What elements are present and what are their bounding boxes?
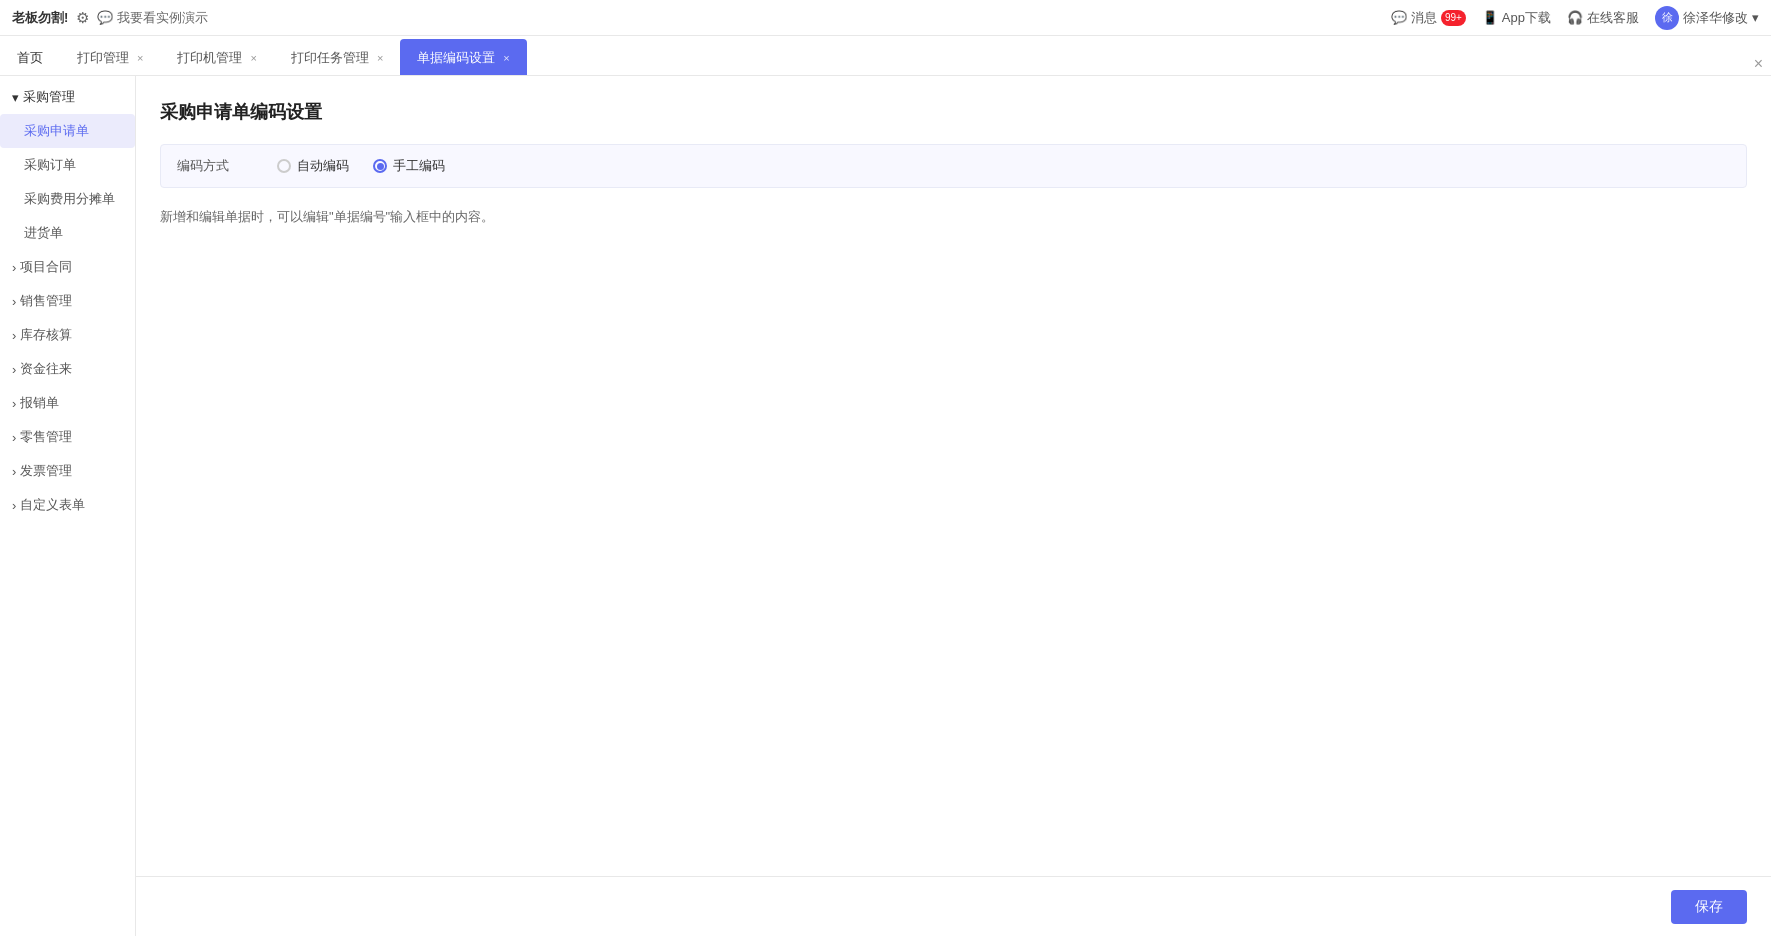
encoding-radio-group: 自动编码 手工编码 xyxy=(277,157,445,175)
message-button[interactable]: 💬 消息 99+ xyxy=(1391,9,1466,27)
radio-manual[interactable]: 手工编码 xyxy=(373,157,445,175)
tab-single-code[interactable]: 单据编码设置 × xyxy=(400,39,526,75)
demo-icon: 💬 xyxy=(97,10,113,25)
top-bar-left: 老板勿割! ⚙ 💬 我要看实例演示 xyxy=(12,9,208,27)
radio-auto[interactable]: 自动编码 xyxy=(277,157,349,175)
tab-printer-mgmt[interactable]: 打印机管理 × xyxy=(160,39,273,75)
tab-print-task-label: 打印任务管理 xyxy=(291,49,369,67)
sidebar-item-purchase-expense-label: 采购费用分摊单 xyxy=(24,191,115,206)
tab-print-task-close[interactable]: × xyxy=(377,52,383,64)
hint-text: 新增和编辑单据时，可以编辑"单据编号"输入框中的内容。 xyxy=(160,208,1747,226)
tab-print-mgmt-label: 打印管理 xyxy=(77,49,129,67)
app-download-label: App下载 xyxy=(1502,9,1551,27)
chevron-right-icon: › xyxy=(12,430,16,445)
radio-manual-circle xyxy=(373,159,387,173)
tab-print-mgmt-close[interactable]: × xyxy=(137,52,143,64)
encoding-label: 编码方式 xyxy=(177,157,237,175)
demo-link[interactable]: 💬 我要看实例演示 xyxy=(97,9,208,27)
sidebar-item-stock-in[interactable]: 进货单 xyxy=(0,216,135,250)
top-bar-right: 💬 消息 99+ 📱 App下载 🎧 在线客服 徐 徐泽华修改 ▾ xyxy=(1391,6,1759,30)
sidebar-section-purchase-header[interactable]: ▾ 采购管理 xyxy=(0,80,135,114)
sidebar-item-refund[interactable]: › 报销单 xyxy=(0,386,135,420)
app-download-icon: 📱 xyxy=(1482,10,1498,25)
tab-single-code-label: 单据编码设置 xyxy=(417,49,495,67)
sidebar-item-purchase-request-label: 采购申请单 xyxy=(24,123,89,138)
sidebar-item-capital-label: 资金往来 xyxy=(20,360,72,378)
sidebar-item-sales-mgmt[interactable]: › 销售管理 xyxy=(0,284,135,318)
footer-bar: 保存 xyxy=(136,876,1771,936)
headset-icon: 🎧 xyxy=(1567,10,1583,25)
page-title: 采购申请单编码设置 xyxy=(160,100,1747,124)
chevron-right-icon: › xyxy=(12,498,16,513)
sidebar-section-purchase-label: 采购管理 xyxy=(23,88,75,106)
sidebar-item-invoice-mgmt[interactable]: › 发票管理 xyxy=(0,454,135,488)
app-download-button[interactable]: 📱 App下载 xyxy=(1482,9,1551,27)
tab-print-mgmt[interactable]: 打印管理 × xyxy=(60,39,160,75)
message-badge: 99+ xyxy=(1441,10,1466,26)
demo-text: 我要看实例演示 xyxy=(117,9,208,27)
content-area: 采购申请单编码设置 编码方式 自动编码 手工编码 新增和编辑单据时，可以编辑"单… xyxy=(136,76,1771,936)
radio-auto-circle xyxy=(277,159,291,173)
chevron-down-icon: ▾ xyxy=(12,90,19,105)
sidebar-item-inventory-label: 库存核算 xyxy=(20,326,72,344)
tab-bar: 首页 打印管理 × 打印机管理 × 打印任务管理 × 单据编码设置 × xyxy=(0,36,1771,76)
sidebar-item-retail-mgmt[interactable]: › 零售管理 xyxy=(0,420,135,454)
chevron-right-icon: › xyxy=(12,294,16,309)
sidebar-item-purchase-expense[interactable]: 采购费用分摊单 xyxy=(0,182,135,216)
sidebar-item-purchase-order[interactable]: 采购订单 xyxy=(0,148,135,182)
encoding-section: 编码方式 自动编码 手工编码 xyxy=(160,144,1747,188)
chevron-right-icon: › xyxy=(12,328,16,343)
save-button[interactable]: 保存 xyxy=(1671,890,1747,924)
tab-printer-mgmt-label: 打印机管理 xyxy=(177,49,242,67)
global-close-button[interactable]: × xyxy=(1754,55,1763,73)
sidebar: ▾ 采购管理 采购申请单 采购订单 采购费用分摊单 进货单 › 项目合同 › 销… xyxy=(0,76,136,936)
sidebar-item-custom-form[interactable]: › 自定义表单 xyxy=(0,488,135,522)
message-icon: 💬 xyxy=(1391,10,1407,25)
sidebar-item-refund-label: 报销单 xyxy=(20,394,59,412)
sidebar-item-custom-form-label: 自定义表单 xyxy=(20,496,85,514)
sidebar-item-project-contract-label: 项目合同 xyxy=(20,258,72,276)
top-bar: 老板勿割! ⚙ 💬 我要看实例演示 💬 消息 99+ 📱 App下载 🎧 在线客… xyxy=(0,0,1771,36)
tab-home[interactable]: 首页 xyxy=(0,39,60,75)
sidebar-item-stock-in-label: 进货单 xyxy=(24,225,63,240)
online-service-label: 在线客服 xyxy=(1587,9,1639,27)
sidebar-item-inventory[interactable]: › 库存核算 xyxy=(0,318,135,352)
app-logo: 老板勿割! xyxy=(12,9,68,27)
tab-single-code-close[interactable]: × xyxy=(503,52,509,64)
tab-printer-mgmt-close[interactable]: × xyxy=(250,52,256,64)
sidebar-item-project-contract[interactable]: › 项目合同 xyxy=(0,250,135,284)
avatar: 徐 xyxy=(1655,6,1679,30)
chevron-down-icon: ▾ xyxy=(1752,10,1759,25)
sidebar-item-retail-mgmt-label: 零售管理 xyxy=(20,428,72,446)
main-layout: ▾ 采购管理 采购申请单 采购订单 采购费用分摊单 进货单 › 项目合同 › 销… xyxy=(0,76,1771,936)
user-menu[interactable]: 徐 徐泽华修改 ▾ xyxy=(1655,6,1759,30)
sidebar-item-purchase-order-label: 采购订单 xyxy=(24,157,76,172)
chevron-right-icon: › xyxy=(12,396,16,411)
message-label: 消息 xyxy=(1411,9,1437,27)
sidebar-item-sales-mgmt-label: 销售管理 xyxy=(20,292,72,310)
user-name: 徐泽华修改 xyxy=(1683,9,1748,27)
tab-home-label: 首页 xyxy=(17,49,43,67)
radio-manual-label: 手工编码 xyxy=(393,157,445,175)
sidebar-item-purchase-request[interactable]: 采购申请单 xyxy=(0,114,135,148)
tab-print-task[interactable]: 打印任务管理 × xyxy=(274,39,400,75)
content-main: 采购申请单编码设置 编码方式 自动编码 手工编码 新增和编辑单据时，可以编辑"单… xyxy=(136,76,1771,876)
sidebar-item-capital[interactable]: › 资金往来 xyxy=(0,352,135,386)
settings-icon[interactable]: ⚙ xyxy=(76,9,89,27)
chevron-right-icon: › xyxy=(12,362,16,377)
sidebar-item-invoice-mgmt-label: 发票管理 xyxy=(20,462,72,480)
chevron-right-icon: › xyxy=(12,260,16,275)
online-service-button[interactable]: 🎧 在线客服 xyxy=(1567,9,1639,27)
chevron-right-icon: › xyxy=(12,464,16,479)
sidebar-section-purchase: ▾ 采购管理 采购申请单 采购订单 采购费用分摊单 进货单 xyxy=(0,80,135,250)
radio-auto-label: 自动编码 xyxy=(297,157,349,175)
